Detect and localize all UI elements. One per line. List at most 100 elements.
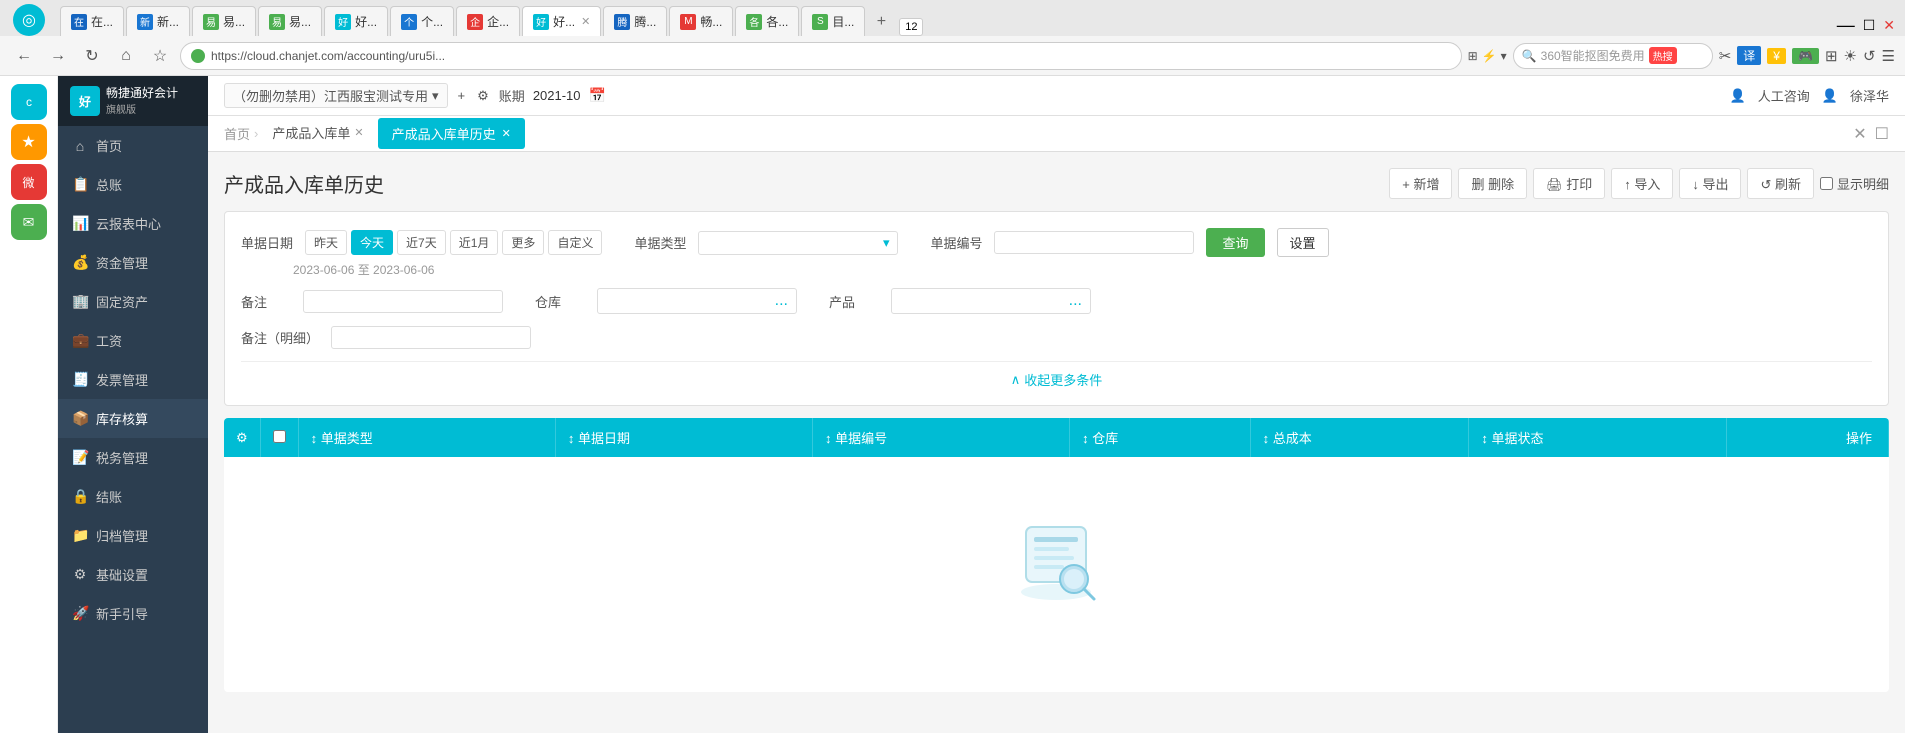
- layout-icon[interactable]: ⊞: [1825, 47, 1838, 65]
- sidebar-item-assets[interactable]: 🏢 固定资产: [58, 282, 208, 321]
- col-doc-type[interactable]: ↕ 单据类型: [298, 418, 555, 457]
- refresh-button-toolbar[interactable]: ↺ 刷新: [1747, 168, 1814, 199]
- tab-close-7[interactable]: ✕: [581, 15, 590, 28]
- browser-tab-4[interactable]: 好 好...: [324, 6, 388, 36]
- show-detail-label[interactable]: 显示明细: [1820, 174, 1889, 193]
- chevron-down-icon[interactable]: ▾: [1501, 49, 1507, 63]
- display-icon[interactable]: ☀: [1844, 47, 1857, 65]
- close-window-button[interactable]: ✕: [1883, 17, 1895, 34]
- flash-icon[interactable]: ⚡: [1482, 49, 1497, 63]
- breadcrumb-home[interactable]: 首页: [224, 124, 250, 143]
- app-icon-star[interactable]: ★: [11, 124, 47, 160]
- page-tab-list[interactable]: 产成品入库单 ✕: [262, 117, 373, 150]
- account-selector[interactable]: （勿删勿禁用）江西服宝测试专用 ▾: [224, 83, 448, 108]
- sidebar-item-guide[interactable]: 🚀 新手引导: [58, 594, 208, 633]
- browser-tab-2[interactable]: 易 易...: [192, 6, 256, 36]
- scissors-icon[interactable]: ✂: [1719, 47, 1732, 65]
- browser-tab-5[interactable]: 个 个...: [390, 6, 454, 36]
- translate-icon[interactable]: 译: [1737, 46, 1761, 65]
- browser-tab-7[interactable]: 好 好... ✕: [522, 6, 601, 36]
- game-icon[interactable]: 🎮: [1792, 48, 1819, 64]
- refresh-button[interactable]: ↻: [78, 42, 106, 70]
- remark-input[interactable]: [303, 290, 503, 313]
- col-doc-date[interactable]: ↕ 单据日期: [555, 418, 812, 457]
- docno-input[interactable]: [994, 231, 1194, 254]
- query-button[interactable]: 查询: [1206, 228, 1264, 257]
- minimize-button[interactable]: —: [1837, 15, 1855, 36]
- col-total-cost[interactable]: ↕ 总成本: [1250, 418, 1469, 457]
- product-dots-icon[interactable]: ...: [1069, 292, 1082, 310]
- select-all-checkbox[interactable]: [273, 430, 286, 443]
- browser-tab-0[interactable]: 在 在...: [60, 6, 124, 36]
- col-settings[interactable]: ⚙: [224, 418, 260, 457]
- col-checkbox[interactable]: [260, 418, 298, 457]
- home-button[interactable]: ⌂: [112, 42, 140, 70]
- grid-icon[interactable]: ⊞: [1468, 49, 1478, 63]
- show-detail-checkbox[interactable]: [1820, 177, 1833, 190]
- setting-button[interactable]: 设置: [1277, 228, 1329, 257]
- browser-tab-9[interactable]: M 畅...: [669, 6, 733, 36]
- app-icon-mail[interactable]: ✉: [11, 204, 47, 240]
- sidebar-item-payroll[interactable]: 💼 工资: [58, 321, 208, 360]
- delete-button[interactable]: 删 删除: [1458, 168, 1527, 199]
- new-tab-button[interactable]: +: [867, 8, 895, 36]
- browser-tab-1[interactable]: 新 新...: [126, 6, 190, 36]
- date-btn-yesterday[interactable]: 昨天: [305, 230, 347, 255]
- browser-tab-11[interactable]: S 目...: [801, 6, 865, 36]
- add-account-button[interactable]: +: [456, 86, 468, 105]
- app-icon-weibo[interactable]: 微: [11, 164, 47, 200]
- back-button[interactable]: ←: [10, 42, 38, 70]
- menu-icon[interactable]: ☰: [1882, 47, 1895, 65]
- sidebar-item-invoice[interactable]: 🧾 发票管理: [58, 360, 208, 399]
- browser-tab-6[interactable]: 企 企...: [456, 6, 520, 36]
- app-icon-chanjet[interactable]: c: [11, 84, 47, 120]
- sidebar-item-inventory[interactable]: 📦 库存核算: [58, 399, 208, 438]
- date-btn-1month[interactable]: 近1月: [450, 230, 499, 255]
- warehouse-select[interactable]: ...: [597, 288, 797, 314]
- sidebar-item-settings[interactable]: ⚙ 基础设置: [58, 555, 208, 594]
- url-input[interactable]: https://cloud.chanjet.com/accounting/uru…: [180, 42, 1462, 70]
- col-warehouse[interactable]: ↕ 仓库: [1070, 418, 1250, 457]
- browser-tab-8[interactable]: 腾 腾...: [603, 6, 667, 36]
- product-select[interactable]: ...: [891, 288, 1091, 314]
- browser-tab-10[interactable]: 各 各...: [735, 6, 799, 36]
- sidebar-item-ledger[interactable]: 📋 总账: [58, 165, 208, 204]
- expand-panel-button[interactable]: ☐: [1875, 124, 1889, 144]
- bookmark-button[interactable]: ☆: [146, 42, 174, 70]
- page-tab-history[interactable]: 产成品入库单历史 ✕: [378, 118, 525, 149]
- col-doc-status[interactable]: ↕ 单据状态: [1469, 418, 1726, 457]
- forward-button[interactable]: →: [44, 42, 72, 70]
- account-settings-button[interactable]: ⚙: [475, 86, 491, 106]
- user-service-icon[interactable]: 👤: [1730, 88, 1746, 104]
- undo-icon[interactable]: ↺: [1863, 47, 1876, 65]
- period-calendar-icon[interactable]: 📅: [589, 87, 606, 104]
- export-button[interactable]: ↓ 导出: [1679, 168, 1741, 199]
- sidebar-item-archive[interactable]: 📁 归档管理: [58, 516, 208, 555]
- sidebar-item-reports[interactable]: 📊 云报表中心: [58, 204, 208, 243]
- browser-tab-3[interactable]: 易 易...: [258, 6, 322, 36]
- date-btn-custom[interactable]: 自定义: [548, 230, 602, 255]
- currency-icon[interactable]: ¥: [1767, 48, 1786, 64]
- remark-detail-input[interactable]: [331, 326, 531, 349]
- date-btn-7days[interactable]: 近7天: [397, 230, 446, 255]
- collapse-button[interactable]: ∧ 收起更多条件: [1011, 370, 1103, 389]
- date-btn-today[interactable]: 今天: [351, 230, 393, 255]
- print-button[interactable]: 🖨 打印: [1533, 168, 1605, 199]
- col-doc-no[interactable]: ↕ 单据编号: [813, 418, 1070, 457]
- sidebar-item-tax[interactable]: 📝 税务管理: [58, 438, 208, 477]
- avatar-icon[interactable]: 👤: [1822, 88, 1838, 104]
- warehouse-dots-icon[interactable]: ...: [775, 292, 788, 310]
- doctype-select[interactable]: ▾: [698, 231, 898, 255]
- sidebar-item-home[interactable]: ⌂ 首页: [58, 126, 208, 165]
- import-button[interactable]: ↑ 导入: [1611, 168, 1673, 199]
- page-tab-list-close[interactable]: ✕: [354, 126, 363, 139]
- close-panel-button[interactable]: ✕: [1853, 124, 1866, 144]
- sidebar-item-funds[interactable]: 💰 资金管理: [58, 243, 208, 282]
- user-service-label[interactable]: 人工咨询: [1758, 86, 1810, 105]
- new-button[interactable]: + 新增: [1389, 168, 1452, 199]
- search-box[interactable]: 🔍 360智能抠图免费用 热搜: [1513, 43, 1713, 69]
- sidebar-item-closing[interactable]: 🔒 结账: [58, 477, 208, 516]
- page-tab-history-close[interactable]: ✕: [502, 127, 511, 140]
- maximize-button[interactable]: ☐: [1863, 17, 1876, 34]
- date-btn-more[interactable]: 更多: [502, 230, 544, 255]
